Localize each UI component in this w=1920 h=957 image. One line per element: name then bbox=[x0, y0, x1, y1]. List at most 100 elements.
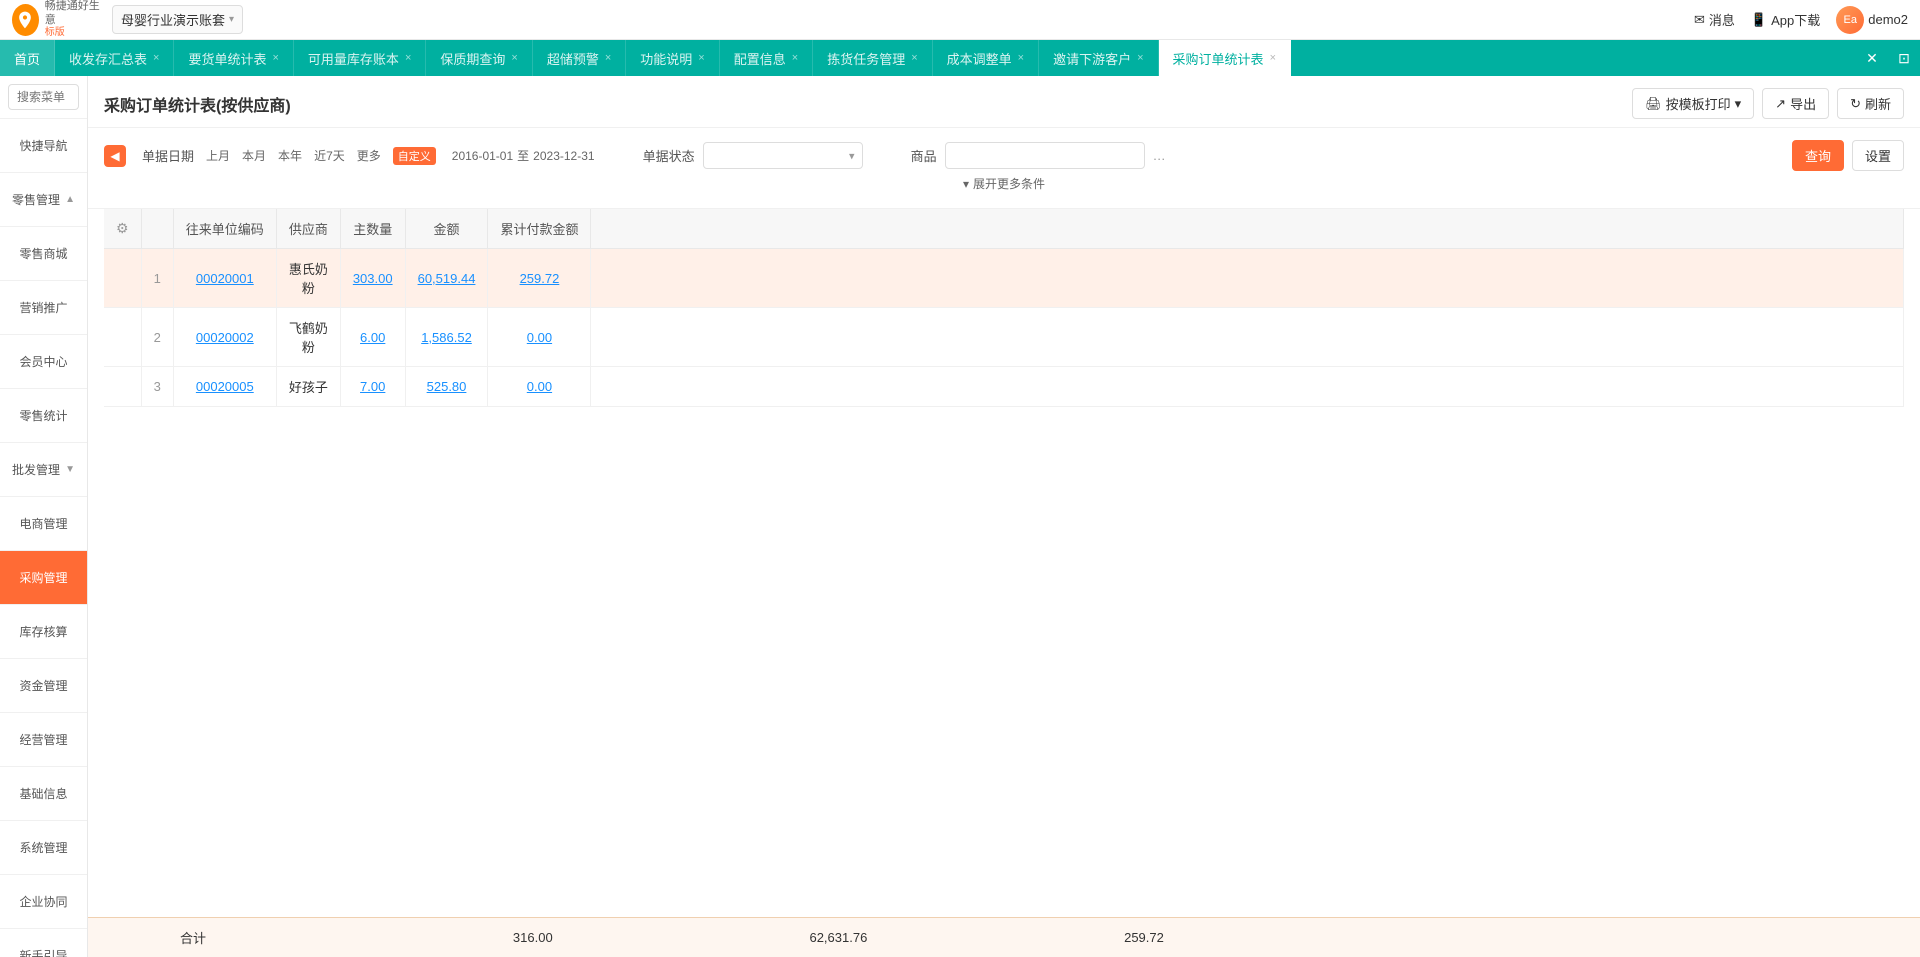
row3-amount[interactable]: 525.80 bbox=[405, 367, 488, 407]
query-btn[interactable]: 查询 bbox=[1792, 140, 1844, 171]
page-header: 采购订单统计表(按供应商) 🖨 按模板打印 ▾ ↗ 导出 ↻ 刷新 bbox=[88, 76, 1920, 128]
row2-extra bbox=[591, 308, 1904, 367]
status-select[interactable] bbox=[703, 142, 863, 169]
tab-available-close[interactable]: × bbox=[405, 52, 411, 64]
row1-index: 1 bbox=[141, 249, 173, 308]
tab-config-close[interactable]: × bbox=[792, 52, 798, 64]
goods-more-icon[interactable]: … bbox=[1153, 148, 1166, 163]
tab-collect[interactable]: 收发存汇总表 × bbox=[55, 40, 174, 76]
row2-amount[interactable]: 1,586.52 bbox=[405, 308, 488, 367]
message-btn[interactable]: ✉ 消息 bbox=[1694, 10, 1735, 29]
sidebar-item-finance[interactable]: 资金管理 bbox=[0, 659, 87, 713]
tab-invite[interactable]: 邀请下游客户 × bbox=[1039, 40, 1158, 76]
page-title: 采购订单统计表(按供应商) bbox=[104, 92, 291, 116]
settings-btn[interactable]: 设置 bbox=[1852, 140, 1904, 171]
tab-function[interactable]: 功能说明 × bbox=[626, 40, 719, 76]
sidebar-item-purchase[interactable]: 采购管理 bbox=[0, 551, 87, 605]
tab-function-close[interactable]: × bbox=[698, 52, 704, 64]
table-footer: 合计 316.00 62,631.76 259.72 bbox=[88, 917, 1920, 957]
search-input[interactable] bbox=[8, 84, 79, 110]
date-separator: 至 bbox=[517, 147, 529, 164]
row2-index: 2 bbox=[141, 308, 173, 367]
row1-paid-amount[interactable]: 259.72 bbox=[488, 249, 591, 308]
app-download-btn[interactable]: 📱 App下载 bbox=[1751, 10, 1820, 29]
tab-invite-close[interactable]: × bbox=[1137, 52, 1143, 64]
user-profile[interactable]: Ea demo2 bbox=[1836, 6, 1908, 34]
date-shortcut-this-year[interactable]: 本年 bbox=[274, 145, 306, 166]
tab-available[interactable]: 可用量库存账本 × bbox=[294, 40, 426, 76]
tab-config[interactable]: 配置信息 × bbox=[720, 40, 813, 76]
row1-main-qty[interactable]: 303.00 bbox=[340, 249, 405, 308]
table-row[interactable]: 3 00020005 好孩子 7.00 525.80 0.00 bbox=[104, 367, 1904, 407]
sidebar-item-newbie[interactable]: 新手引导 bbox=[0, 929, 87, 957]
row1-amount[interactable]: 60,519.44 bbox=[405, 249, 488, 308]
sidebar-item-retail-store[interactable]: 零售商城 bbox=[0, 227, 87, 281]
sidebar-item-system[interactable]: 系统管理 bbox=[0, 821, 87, 875]
sidebar-item-basic[interactable]: 基础信息 bbox=[0, 767, 87, 821]
tab-overstock-close[interactable]: × bbox=[605, 52, 611, 64]
row2-paid-amount[interactable]: 0.00 bbox=[488, 308, 591, 367]
date-shortcut-this-month[interactable]: 本月 bbox=[238, 145, 270, 166]
finance-label: 资金管理 bbox=[19, 677, 67, 694]
date-end[interactable]: 2023-12-31 bbox=[533, 149, 594, 163]
row1-unit-code[interactable]: 00020001 bbox=[173, 249, 276, 308]
tab-warranty-close[interactable]: × bbox=[511, 52, 517, 64]
purchase-label: 采购管理 bbox=[19, 569, 67, 586]
row1-supplier: 惠氏奶粉 bbox=[276, 249, 340, 308]
sidebar-item-inventory[interactable]: 库存核算 bbox=[0, 605, 87, 659]
query-actions: 查询 设置 bbox=[1792, 140, 1904, 171]
tab-cost-close[interactable]: × bbox=[1018, 52, 1024, 64]
sidebar-item-retail-stat[interactable]: 零售统计 bbox=[0, 389, 87, 443]
date-shortcut-more[interactable]: 更多 bbox=[353, 145, 385, 166]
table-settings-icon[interactable]: ⚙ bbox=[116, 220, 129, 236]
collapse-filter-btn[interactable]: ◀ bbox=[104, 145, 126, 167]
sidebar-item-retail-mgmt[interactable]: 零售管理 ▲ bbox=[0, 173, 87, 227]
sidebar-item-enterprise[interactable]: 企业协同 bbox=[0, 875, 87, 929]
store-name: 母婴行业演示账套 bbox=[121, 10, 225, 29]
sidebar-item-nav-shortcut[interactable]: 快捷导航 bbox=[0, 119, 87, 173]
row3-paid-amount[interactable]: 0.00 bbox=[488, 367, 591, 407]
tab-requisition[interactable]: 要货单统计表 × bbox=[174, 40, 293, 76]
row2-main-qty[interactable]: 6.00 bbox=[340, 308, 405, 367]
row3-index: 3 bbox=[141, 367, 173, 407]
col-index bbox=[141, 209, 173, 249]
tab-collect-close[interactable]: × bbox=[153, 52, 159, 64]
phone-icon: 📱 bbox=[1751, 12, 1767, 28]
tab-purchase-stat-close[interactable]: × bbox=[1270, 52, 1276, 64]
enterprise-label: 企业协同 bbox=[19, 893, 67, 910]
print-btn[interactable]: 🖨 按模板打印 ▾ bbox=[1632, 88, 1754, 119]
sidebar-item-ecommerce[interactable]: 电商管理 bbox=[0, 497, 87, 551]
col-settings[interactable]: ⚙ bbox=[104, 209, 141, 249]
close-window-btn[interactable]: ✕ bbox=[1856, 40, 1888, 76]
restore-window-btn[interactable]: ⊡ bbox=[1888, 40, 1920, 76]
main-content: 采购订单统计表(按供应商) 🖨 按模板打印 ▾ ↗ 导出 ↻ 刷新 bbox=[88, 76, 1920, 957]
sidebar-item-member[interactable]: 会员中心 bbox=[0, 335, 87, 389]
tab-picking-close[interactable]: × bbox=[911, 52, 917, 64]
sidebar-item-wholesale[interactable]: 批发管理 ▼ bbox=[0, 443, 87, 497]
tab-requisition-close[interactable]: × bbox=[272, 52, 278, 64]
export-btn[interactable]: ↗ 导出 bbox=[1762, 88, 1829, 119]
tab-purchase-stat[interactable]: 采购订单统计表 × bbox=[1159, 40, 1291, 76]
sidebar-item-marketing[interactable]: 营销推广 bbox=[0, 281, 87, 335]
tab-overstock[interactable]: 超储预警 × bbox=[533, 40, 626, 76]
sidebar-item-operations[interactable]: 经营管理 bbox=[0, 713, 87, 767]
expand-more-btn[interactable]: ▾ 展开更多条件 bbox=[963, 175, 1045, 192]
tab-home[interactable]: 首页 bbox=[0, 40, 55, 76]
goods-input[interactable] bbox=[945, 142, 1145, 169]
table-row[interactable]: 2 00020002 飞鹤奶粉 6.00 1,586.52 0.00 bbox=[104, 308, 1904, 367]
col-supplier: 供应商 bbox=[276, 209, 340, 249]
store-selector[interactable]: 母婴行业演示账套 ▾ bbox=[112, 5, 243, 34]
tab-picking[interactable]: 拣货任务管理 × bbox=[813, 40, 932, 76]
table-row[interactable]: 1 00020001 惠氏奶粉 303.00 60,519.44 259.72 bbox=[104, 249, 1904, 308]
row3-unit-code[interactable]: 00020005 bbox=[173, 367, 276, 407]
expand-row: ▾ 展开更多条件 bbox=[104, 171, 1904, 196]
row3-main-qty[interactable]: 7.00 bbox=[340, 367, 405, 407]
tab-cost[interactable]: 成本调整单 × bbox=[933, 40, 1039, 76]
refresh-btn[interactable]: ↻ 刷新 bbox=[1837, 88, 1904, 119]
date-start[interactable]: 2016-01-01 bbox=[452, 149, 513, 163]
date-shortcut-last-month[interactable]: 上月 bbox=[202, 145, 234, 166]
row2-unit-code[interactable]: 00020002 bbox=[173, 308, 276, 367]
logo: 畅捷通好生意 标版 bbox=[12, 0, 100, 38]
date-shortcut-7days[interactable]: 近7天 bbox=[310, 145, 349, 166]
tab-warranty[interactable]: 保质期查询 × bbox=[426, 40, 532, 76]
